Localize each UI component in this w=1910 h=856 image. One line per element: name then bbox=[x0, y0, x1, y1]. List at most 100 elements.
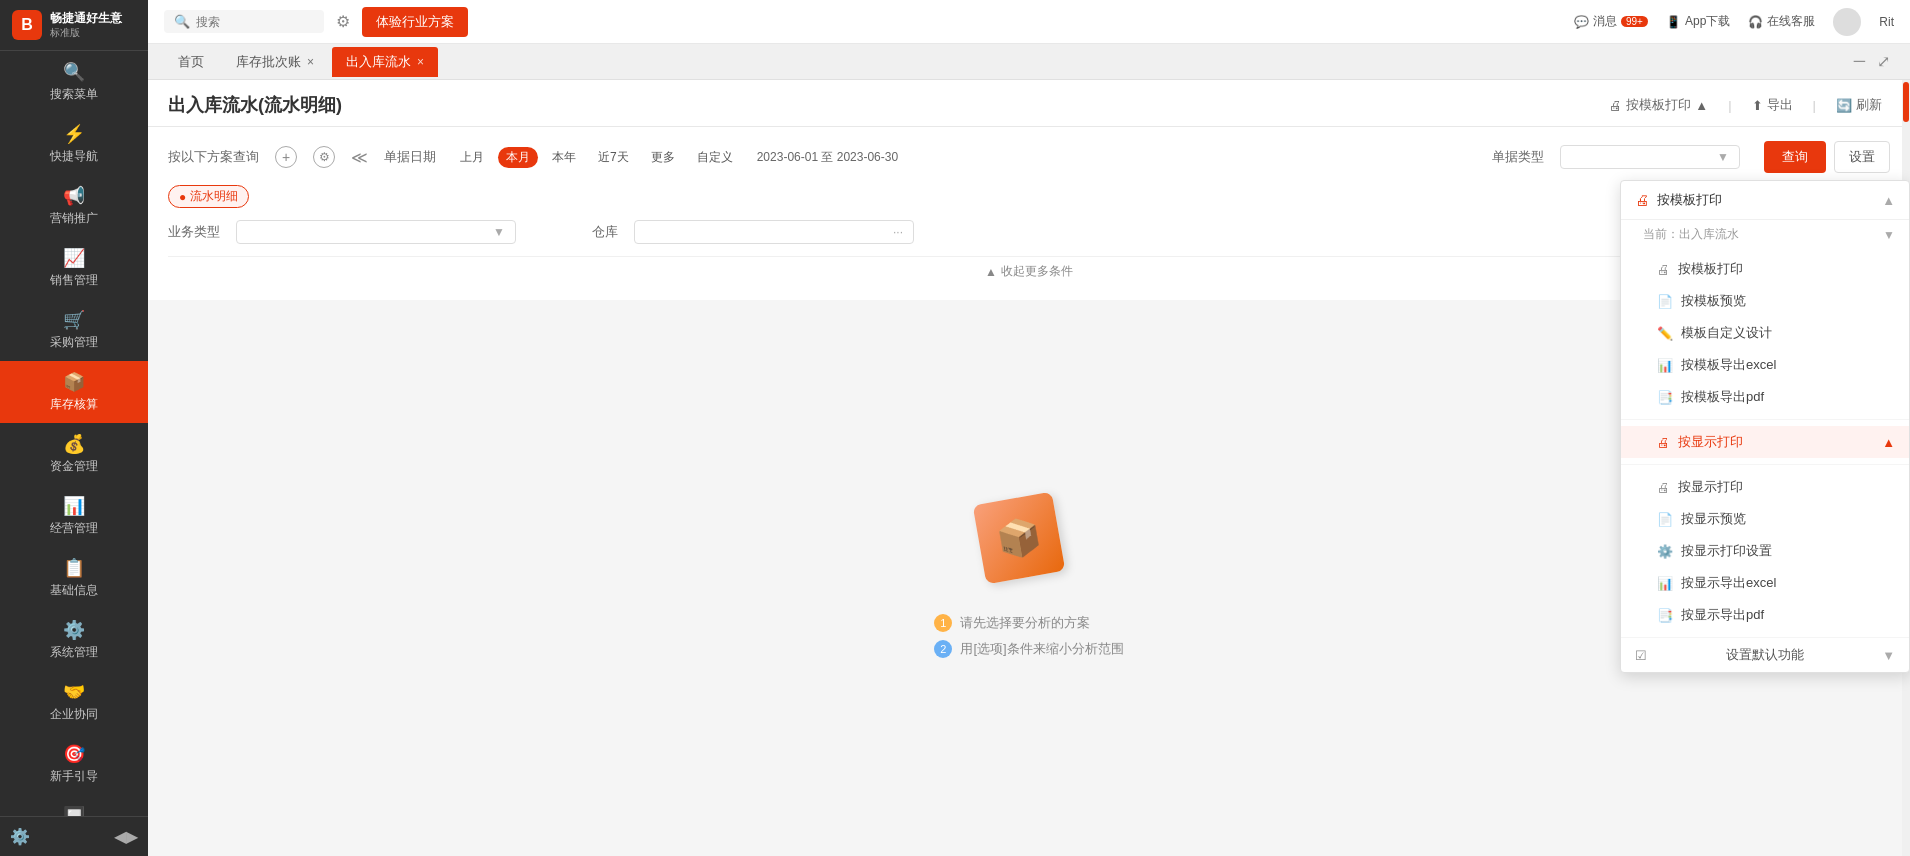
dp-display-section-label: 按显示打印 bbox=[1678, 433, 1743, 451]
refresh-btn[interactable]: 🔄 刷新 bbox=[1828, 92, 1890, 118]
filter-add-btn[interactable]: + bbox=[275, 146, 297, 168]
dp-footer-icon: ☑ bbox=[1635, 648, 1647, 663]
query-btn[interactable]: 查询 bbox=[1764, 141, 1826, 173]
export-btn[interactable]: ⬆ 导出 bbox=[1744, 92, 1801, 118]
industry-btn[interactable]: 体验行业方案 bbox=[362, 7, 468, 37]
sidebar-item-purchase[interactable]: 🛒采购管理 bbox=[0, 299, 148, 361]
topbar-search-box[interactable]: 🔍 bbox=[164, 10, 324, 33]
sidebar-item-marketing[interactable]: 📢营销推广 bbox=[0, 175, 148, 237]
sidebar-item-inventory[interactable]: 📦库存核算 bbox=[0, 361, 148, 423]
date-range: 2023-06-01 至 2023-06-30 bbox=[757, 149, 898, 166]
dp-collapse-icon[interactable]: ▲ bbox=[1882, 193, 1895, 208]
dp-item-disp-excel[interactable]: 📊按显示导出excel bbox=[1621, 567, 1909, 599]
dp-current-row: 当前：出入库流水 ▼ bbox=[1621, 220, 1909, 247]
headset-icon: 🎧 bbox=[1748, 15, 1763, 29]
filter-collapse-icon[interactable]: ≪ bbox=[351, 148, 368, 167]
basic-icon: 📋 bbox=[63, 557, 85, 579]
tab-label-flow: 出入库流水 bbox=[346, 53, 411, 71]
sidebar-label-operations: 经营管理 bbox=[50, 520, 98, 537]
tmpl-print-icon: 🖨 bbox=[1657, 262, 1670, 277]
dp-footer[interactable]: ☑ 设置默认功能 ▼ bbox=[1621, 638, 1909, 672]
dp-item-tmpl-pdf[interactable]: 📑按模板导出pdf bbox=[1621, 381, 1909, 413]
topbar-notifications[interactable]: 💬 消息 99+ bbox=[1574, 13, 1648, 30]
sidebar-item-appcenter[interactable]: 🔲应用中心 bbox=[0, 795, 148, 816]
date-opt-更多[interactable]: 更多 bbox=[643, 147, 683, 168]
tab-label-batch: 库存批次账 bbox=[236, 53, 301, 71]
refresh-icon: 🔄 bbox=[1836, 98, 1852, 113]
dp-item-tmpl-custom[interactable]: ✏️模板自定义设计 bbox=[1621, 317, 1909, 349]
filter-settings-btn[interactable]: ⚙ bbox=[313, 146, 335, 168]
dp-footer-arrow[interactable]: ▼ bbox=[1882, 648, 1895, 663]
date-opt-本年[interactable]: 本年 bbox=[544, 147, 584, 168]
sidebar-label-inventory: 库存核算 bbox=[50, 396, 98, 413]
dp-item-tmpl-excel[interactable]: 📊按模板导出excel bbox=[1621, 349, 1909, 381]
warehouse-select[interactable]: ··· bbox=[634, 220, 914, 244]
settings-btn[interactable]: 设置 bbox=[1834, 141, 1890, 173]
search-icon: 🔍 bbox=[63, 61, 85, 83]
dp-section-2: 🖨按显示打印📄按显示预览⚙️按显示打印设置📊按显示导出excel📑按显示导出pd… bbox=[1621, 465, 1909, 638]
sidebar-item-search[interactable]: 🔍搜索菜单 bbox=[0, 51, 148, 113]
dp-display-print-header[interactable]: 🖨 按显示打印 ▲ bbox=[1621, 426, 1909, 458]
tab-home[interactable]: 首页 bbox=[164, 47, 218, 77]
date-label: 单据日期 bbox=[384, 148, 436, 166]
topbar-app-download[interactable]: 📱 App下载 bbox=[1666, 13, 1730, 30]
dp-display-section-arrow: ▲ bbox=[1882, 435, 1895, 450]
type-select[interactable]: ▼ bbox=[1560, 145, 1740, 169]
notification-badge: 99+ bbox=[1621, 16, 1648, 27]
dp-item-tmpl-print[interactable]: 🖨按模板打印 bbox=[1621, 253, 1909, 285]
sidebar-item-shortcuts[interactable]: ⚡快捷导航 bbox=[0, 113, 148, 175]
tab-close-flow[interactable]: × bbox=[417, 55, 424, 69]
tab-flow[interactable]: 出入库流水 × bbox=[332, 47, 438, 77]
dp-printer-icon: 🖨 bbox=[1635, 192, 1649, 208]
user-avatar[interactable] bbox=[1833, 8, 1861, 36]
print-template-btn[interactable]: 🖨 按模板打印 ▲ bbox=[1601, 92, 1716, 118]
app-brand: 畅捷通好生意 标准版 bbox=[50, 11, 122, 40]
disp-print-icon: 🖨 bbox=[1657, 480, 1670, 495]
scroll-tab-indicator[interactable] bbox=[1903, 82, 1909, 122]
page-area: 出入库流水(流水明细) 🖨 按模板打印 ▲ | ⬆ 导出 | 🔄 bbox=[148, 80, 1910, 856]
tab-batch[interactable]: 库存批次账 × bbox=[222, 47, 328, 77]
print-dropdown-panel: 🖨 按模板打印 ▲ 当前：出入库流水 ▼ 🖨按模板打印📄按模板预览✏️模板自定义… bbox=[1620, 180, 1910, 673]
sidebar-label-shortcuts: 快捷导航 bbox=[50, 148, 98, 165]
notification-icon: 💬 bbox=[1574, 15, 1589, 29]
topbar-online-service[interactable]: 🎧 在线客服 bbox=[1748, 13, 1815, 30]
sidebar-item-finance[interactable]: 💰资金管理 bbox=[0, 423, 148, 485]
marketing-icon: 📢 bbox=[63, 185, 85, 207]
sidebar-label-system: 系统管理 bbox=[50, 644, 98, 661]
settings-icon[interactable]: ⚙️ bbox=[10, 827, 30, 846]
date-opt-自定义[interactable]: 自定义 bbox=[689, 147, 741, 168]
dp-header-left: 🖨 按模板打印 bbox=[1635, 191, 1722, 209]
sidebar-item-system[interactable]: ⚙️系统管理 bbox=[0, 609, 148, 671]
dp-item-disp-print[interactable]: 🖨按显示打印 bbox=[1621, 471, 1909, 503]
sidebar-label-finance: 资金管理 bbox=[50, 458, 98, 475]
chevron-down-icon-2: ▼ bbox=[493, 225, 505, 239]
active-filter-tag[interactable]: ● 流水明细 bbox=[168, 185, 249, 208]
dp-item-tmpl-preview[interactable]: 📄按模板预览 bbox=[1621, 285, 1909, 317]
sidebar-item-operations[interactable]: 📊经营管理 bbox=[0, 485, 148, 547]
chevron-up-icon-2: ▲ bbox=[985, 265, 997, 279]
date-opt-近7天[interactable]: 近7天 bbox=[590, 147, 637, 168]
dp-section-1: 🖨按模板打印📄按模板预览✏️模板自定义设计📊按模板导出excel📑按模板导出pd… bbox=[1621, 247, 1909, 420]
mobile-icon: 📱 bbox=[1666, 15, 1681, 29]
maximize-icon[interactable]: ⤢ bbox=[1873, 50, 1894, 73]
username-label[interactable]: Rit bbox=[1879, 15, 1894, 29]
search-input[interactable] bbox=[196, 15, 314, 29]
dp-section-display-header: 🖨 按显示打印 ▲ bbox=[1621, 420, 1909, 465]
page-header: 出入库流水(流水明细) 🖨 按模板打印 ▲ | ⬆ 导出 | 🔄 bbox=[148, 80, 1910, 127]
date-opt-本月[interactable]: 本月 bbox=[498, 147, 538, 168]
dp-item-disp-preview[interactable]: 📄按显示预览 bbox=[1621, 503, 1909, 535]
sidebar-item-sales[interactable]: 📈销售管理 bbox=[0, 237, 148, 299]
sidebar-item-newbie[interactable]: 🎯新手引导 bbox=[0, 733, 148, 795]
dp-item-disp-settings[interactable]: ⚙️按显示打印设置 bbox=[1621, 535, 1909, 567]
biz-type-select[interactable]: ▼ bbox=[236, 220, 516, 244]
minimize-icon[interactable]: ─ bbox=[1850, 50, 1869, 73]
collapse-icon[interactable]: ◀▶ bbox=[114, 827, 138, 846]
dp-current-arrow[interactable]: ▼ bbox=[1883, 228, 1895, 242]
tab-close-batch[interactable]: × bbox=[307, 55, 314, 69]
sidebar-item-basic[interactable]: 📋基础信息 bbox=[0, 547, 148, 609]
dp-print-active-icon: 🖨 bbox=[1657, 435, 1670, 450]
topbar-gear-icon[interactable]: ⚙ bbox=[336, 12, 350, 31]
sidebar-item-cooperation[interactable]: 🤝企业协同 bbox=[0, 671, 148, 733]
date-opt-上月[interactable]: 上月 bbox=[452, 147, 492, 168]
dp-item-disp-pdf[interactable]: 📑按显示导出pdf bbox=[1621, 599, 1909, 631]
